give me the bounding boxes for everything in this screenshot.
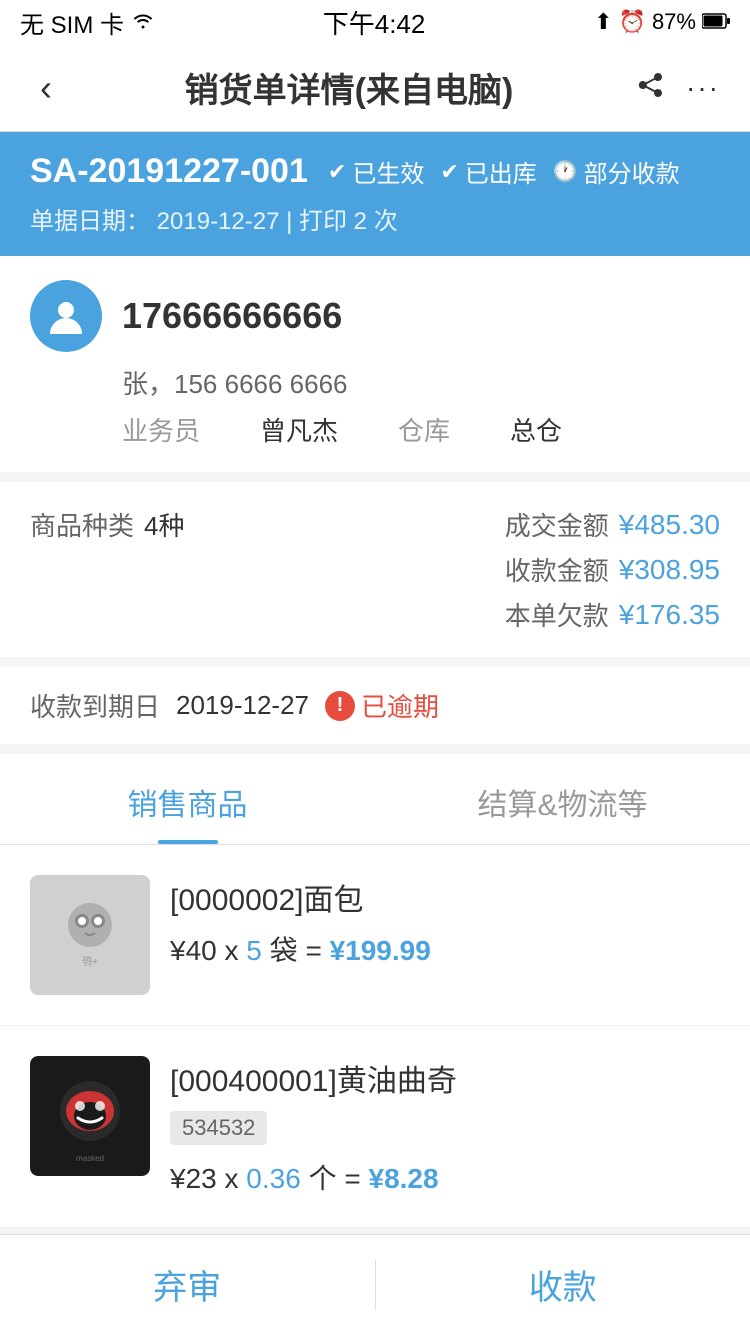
product-info-1: [0000002]面包 ¥40 x 5 袋 = ¥199.99 xyxy=(170,875,720,969)
tab-sales-products[interactable]: 销售商品 xyxy=(0,754,375,844)
due-label: 收款到期日 xyxy=(30,687,160,724)
list-item: masked [000400001]黄油曲奇 534532 ¥23 x 0.36… xyxy=(0,1026,750,1228)
product-price-1: ¥40 x 5 袋 = ¥199.99 xyxy=(170,929,720,969)
tabs-row: 销售商品 结算&物流等 xyxy=(0,754,750,844)
amount-value: ¥485.30 xyxy=(619,509,720,541)
customer-detail-row: 业务员 曾凡杰 仓库 总仓 xyxy=(30,411,720,448)
overdue-badge: ! 已逾期 xyxy=(325,687,439,724)
status-time: 下午4:42 xyxy=(323,4,426,41)
check-icon-2 xyxy=(440,158,458,186)
status-bar: 无 SIM 卡 下午4:42 ⬆ ⏰ 87% xyxy=(0,0,750,44)
battery-text: 87% xyxy=(652,9,696,35)
product-type-row: 商品种类 4种 xyxy=(30,506,184,543)
status-right: ⬆ ⏰ 87% xyxy=(594,9,730,35)
status-badges: 已生效 已出库 🕐 部分收款 xyxy=(328,154,680,189)
alarm-icon: ⏰ xyxy=(619,9,646,35)
product-qty-1: 5 xyxy=(246,935,262,966)
summary-section: 商品种类 4种 成交金额 ¥485.30 收款金额 ¥308.95 本单欠款 ¥… xyxy=(0,482,750,657)
summary-left: 商品种类 4种 xyxy=(30,506,184,633)
product-price-2: ¥23 x 0.36 个 = ¥8.28 xyxy=(170,1157,720,1197)
owed-row: 本单欠款 ¥176.35 xyxy=(505,596,720,633)
cancel-review-button[interactable]: 弃审 xyxy=(0,1240,375,1329)
nav-actions: ··· xyxy=(636,69,720,107)
customer-section: 17666666666 张，156 6666 6666 业务员 曾凡杰 仓库 总… xyxy=(0,256,750,472)
warehouse-name: 总仓 xyxy=(510,411,562,448)
summary-right: 成交金额 ¥485.30 收款金额 ¥308.95 本单欠款 ¥176.35 xyxy=(505,506,720,633)
product-total-2: ¥8.28 xyxy=(369,1163,439,1194)
due-section: 收款到期日 2019-12-27 ! 已逾期 xyxy=(0,667,750,744)
carrier-text: 无 SIM 卡 xyxy=(20,5,124,40)
product-image-1: 鸮+ xyxy=(30,875,150,995)
staff-label: 业务员 xyxy=(122,411,200,448)
customer-name: 17666666666 xyxy=(122,295,342,337)
amount-label: 成交金额 xyxy=(505,506,609,543)
product-type-value: 4种 xyxy=(144,506,184,543)
product-total-1: ¥199.99 xyxy=(330,935,431,966)
product-image-2: masked xyxy=(30,1056,150,1176)
wifi-icon xyxy=(132,8,154,36)
list-item: 鸮+ [0000002]面包 ¥40 x 5 袋 = ¥199.99 xyxy=(0,845,750,1026)
customer-row: 17666666666 xyxy=(30,280,720,352)
products-list: 鸮+ [0000002]面包 ¥40 x 5 袋 = ¥199.99 xyxy=(0,845,750,1228)
page-title: 销货单详情(来自电脑) xyxy=(185,63,514,112)
tab-settlement[interactable]: 结算&物流等 xyxy=(375,754,750,844)
overdue-icon: ! xyxy=(325,691,355,721)
collect-payment-button[interactable]: 收款 xyxy=(376,1240,750,1329)
received-row: 收款金额 ¥308.95 xyxy=(505,551,720,588)
svg-text:masked: masked xyxy=(76,1154,104,1163)
product-tag-2: 534532 xyxy=(170,1111,267,1145)
amount-row: 成交金额 ¥485.30 xyxy=(505,506,720,543)
customer-sub: 张，156 6666 6666 xyxy=(30,364,720,401)
check-icon-1 xyxy=(328,158,346,186)
product-name-2: [000400001]黄油曲奇 xyxy=(170,1056,720,1100)
product-info-2: [000400001]黄油曲奇 534532 ¥23 x 0.36 个 = ¥8… xyxy=(170,1056,720,1197)
order-banner: SA-20191227-001 已生效 已出库 🕐 部分收款 单据日期： 201… xyxy=(0,132,750,256)
warehouse-label: 仓库 xyxy=(398,411,450,448)
svg-text:鸮+: 鸮+ xyxy=(82,955,98,968)
more-button[interactable]: ··· xyxy=(686,72,720,104)
owed-value: ¥176.35 xyxy=(619,599,720,631)
avatar xyxy=(30,280,102,352)
overdue-text: 已逾期 xyxy=(361,687,439,724)
product-qty-2: 0.36 xyxy=(246,1163,301,1194)
product-name-1: [0000002]面包 xyxy=(170,875,720,919)
owed-label: 本单欠款 xyxy=(505,596,609,633)
status-badge-partial: 🕐 部分收款 xyxy=(553,154,680,189)
order-id: SA-20191227-001 xyxy=(30,152,308,191)
battery-icon xyxy=(702,9,730,35)
clock-icon: 🕐 xyxy=(553,159,578,184)
order-id-row: SA-20191227-001 已生效 已出库 🕐 部分收款 xyxy=(30,152,720,191)
bottom-actions: 弃审 收款 xyxy=(0,1234,750,1334)
product-type-label: 商品种类 xyxy=(30,506,134,543)
staff-name: 曾凡杰 xyxy=(260,411,338,448)
order-date-row: 单据日期： 2019-12-27 | 打印 2 次 xyxy=(30,201,720,236)
received-value: ¥308.95 xyxy=(619,554,720,586)
tabs-section: 销售商品 结算&物流等 xyxy=(0,754,750,845)
share-button[interactable] xyxy=(636,69,666,107)
status-left: 无 SIM 卡 xyxy=(20,5,154,40)
nav-bar: ‹ 销货单详情(来自电脑) ··· xyxy=(0,44,750,132)
status-badge-effective: 已生效 xyxy=(328,154,424,189)
due-date: 2019-12-27 xyxy=(176,690,309,721)
status-badge-shipped: 已出库 xyxy=(440,154,536,189)
location-icon: ⬆ xyxy=(594,9,612,35)
back-button[interactable]: ‹ xyxy=(30,57,62,119)
received-label: 收款金额 xyxy=(505,551,609,588)
